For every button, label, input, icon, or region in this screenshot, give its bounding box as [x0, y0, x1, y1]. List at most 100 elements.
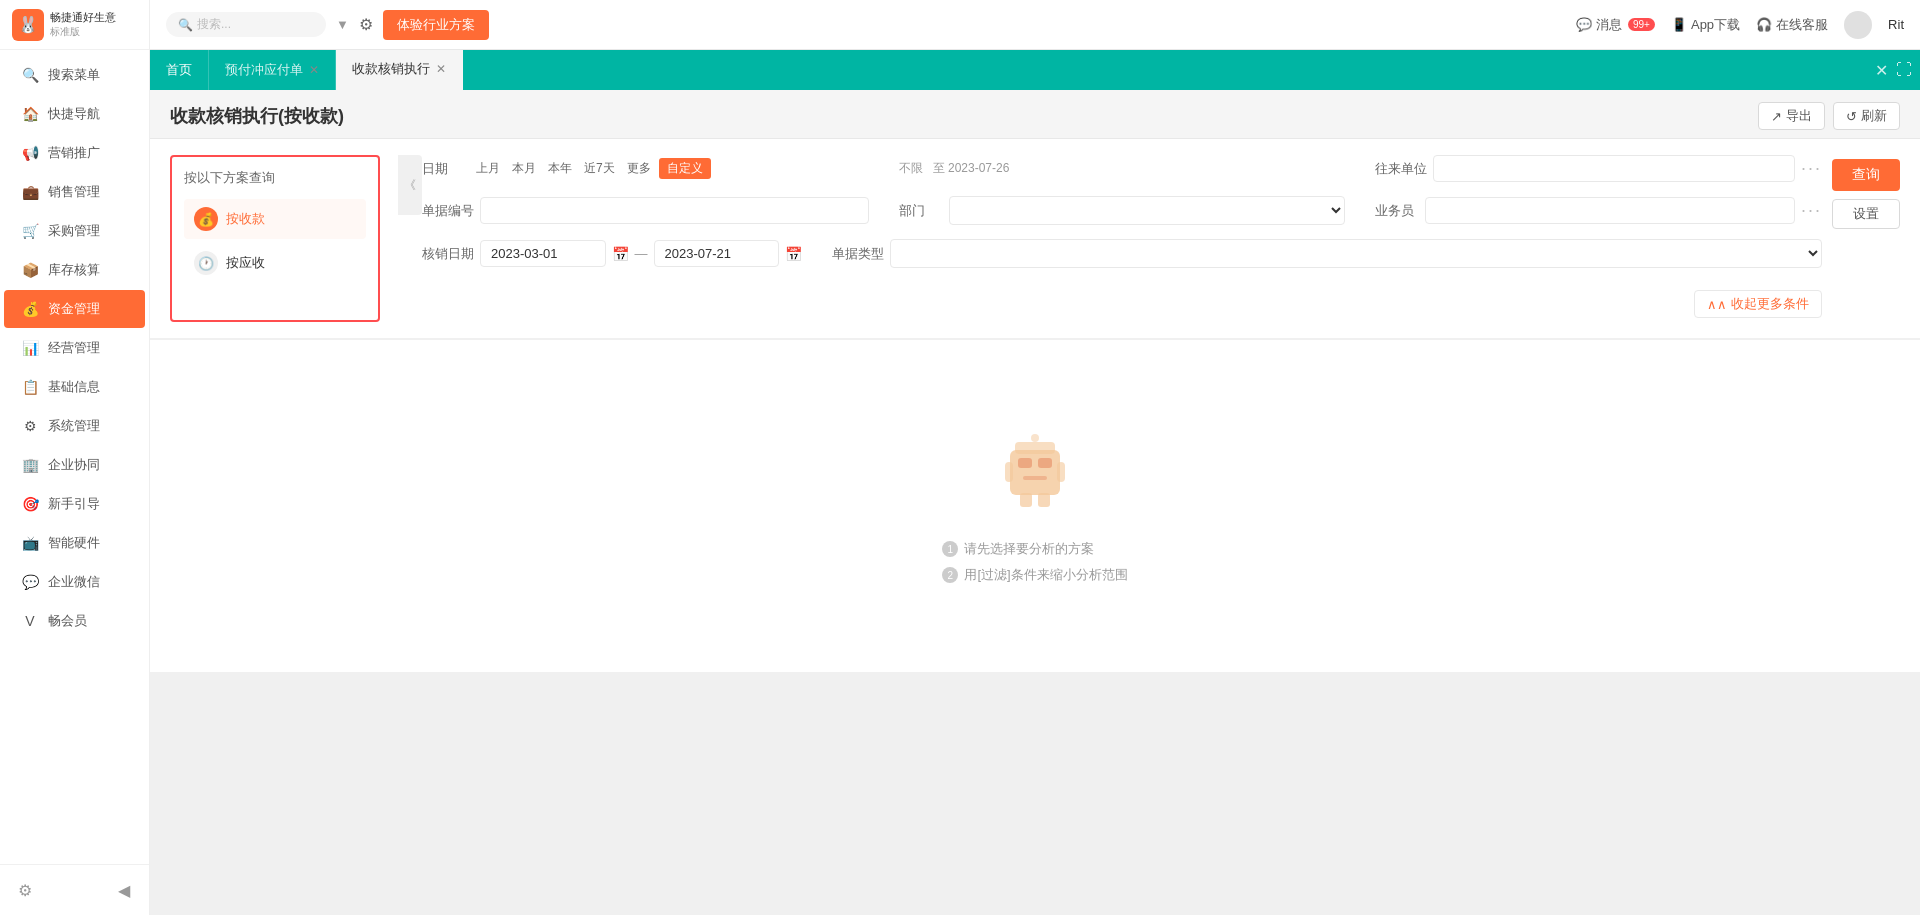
svg-rect-2: [1038, 458, 1052, 468]
filter-option-receivable[interactable]: 🕐 按应收: [184, 243, 366, 283]
quick-icon: 🏠: [20, 106, 40, 122]
filter-panel-title: 按以下方案查询: [184, 169, 366, 187]
export-icon: ↗: [1771, 109, 1782, 124]
message-label: 消息: [1596, 16, 1622, 34]
receivable-filter-icon: 🕐: [194, 251, 218, 275]
date-nolimit-label: 不限: [899, 160, 923, 177]
svg-rect-7: [1038, 493, 1050, 507]
svg-rect-0: [1010, 450, 1060, 495]
sidebar-item-system[interactable]: ⚙系统管理: [4, 407, 145, 445]
close-window-icon[interactable]: ✕: [1875, 61, 1888, 80]
sidebar-item-wechat[interactable]: 💬企业微信: [4, 563, 145, 601]
staff-label: 业务员: [1375, 202, 1419, 220]
sidebar-item-enterprise[interactable]: 🏢企业协同: [4, 446, 145, 484]
date-this-year[interactable]: 本年: [544, 158, 576, 179]
empty-illustration: [985, 420, 1085, 520]
search-placeholder-text: 搜索...: [197, 16, 231, 33]
online-service-label: 在线客服: [1776, 16, 1828, 34]
sidebar-item-quick[interactable]: 🏠快捷导航: [4, 95, 145, 133]
date-custom[interactable]: 自定义: [659, 158, 711, 179]
date-more[interactable]: 更多: [623, 158, 655, 179]
user-avatar[interactable]: [1844, 11, 1872, 39]
tab-home[interactable]: 首页: [150, 50, 209, 90]
solution-button[interactable]: 体验行业方案: [383, 10, 489, 40]
gear-icon[interactable]: ⚙: [359, 15, 373, 34]
filter-option-collection[interactable]: 💰 按收款: [184, 199, 366, 239]
tab-prepay-close-icon[interactable]: ✕: [309, 63, 319, 77]
dept-label: 部门: [899, 202, 943, 220]
settings-icon[interactable]: ⚙: [10, 875, 40, 905]
dropdown-arrow-icon[interactable]: ▼: [336, 17, 349, 32]
date-last-month[interactable]: 上月: [472, 158, 504, 179]
date-this-month[interactable]: 本月: [508, 158, 540, 179]
collection-filter-label: 按收款: [226, 210, 265, 228]
doc-type-label: 单据类型: [832, 245, 884, 263]
sidebar-item-member[interactable]: V畅会员: [4, 602, 145, 640]
collapse-filter-button[interactable]: 《: [398, 155, 422, 215]
staff-dots[interactable]: ···: [1801, 200, 1822, 221]
logo-icon: 🐰: [12, 9, 44, 41]
tab-prepay[interactable]: 预付冲应付单 ✕: [209, 50, 336, 90]
collapse-more-button[interactable]: ∧∧ 收起更多条件: [1694, 290, 1822, 318]
tabbar: 首页 预付冲应付单 ✕ 收款核销执行 ✕ ✕ ⛶: [150, 50, 1920, 90]
sidebar-nav: 🔍搜索菜单🏠快捷导航📢营销推广💼销售管理🛒采购管理📦库存核算💰资金管理📊经营管理…: [0, 50, 149, 864]
inventory-icon: 📦: [20, 262, 40, 278]
sidebar-item-marketing[interactable]: 📢营销推广: [4, 134, 145, 172]
verify-start-input[interactable]: [480, 240, 606, 267]
sidebar-item-operations[interactable]: 📊经营管理: [4, 329, 145, 367]
svg-rect-6: [1020, 493, 1032, 507]
message-action[interactable]: 💬 消息 99+: [1576, 16, 1655, 34]
doc-no-input[interactable]: [480, 197, 869, 224]
export-button[interactable]: ↗ 导出: [1758, 102, 1825, 130]
collapse-more-row: ∧∧ 收起更多条件: [422, 282, 1822, 322]
topbar-search[interactable]: 🔍 搜索...: [166, 12, 326, 37]
setting-button[interactable]: 设置: [1832, 199, 1900, 229]
sidebar-item-basic[interactable]: 📋基础信息: [4, 368, 145, 406]
app-download-action[interactable]: 📱 App下载: [1671, 16, 1740, 34]
online-service-action[interactable]: 🎧 在线客服: [1756, 16, 1828, 34]
date-to-label: 至 2023-07-26: [933, 160, 1010, 177]
dept-select[interactable]: [949, 196, 1346, 225]
filter-section: 按以下方案查询 💰 按收款 🕐 按应收 《 日期: [150, 139, 1920, 338]
query-button[interactable]: 查询: [1832, 159, 1900, 191]
cal-end-icon[interactable]: 📅: [785, 246, 802, 262]
tab-collection-close-icon[interactable]: ✕: [436, 62, 446, 76]
verify-end-input[interactable]: [654, 240, 780, 267]
tip-num-2: 2: [942, 567, 958, 583]
marketing-icon: 📢: [20, 145, 40, 161]
sidebar-item-guide[interactable]: 🎯新手引导: [4, 485, 145, 523]
collection-filter-icon: 💰: [194, 207, 218, 231]
topbar-actions: 💬 消息 99+ 📱 App下载 🎧 在线客服 Rit: [1576, 11, 1904, 39]
sidebar-item-sales[interactable]: 💼销售管理: [4, 173, 145, 211]
sidebar-item-finance[interactable]: 💰资金管理: [4, 290, 145, 328]
partner-dots[interactable]: ···: [1801, 158, 1822, 179]
cal-start-icon[interactable]: 📅: [612, 246, 629, 262]
date-label: 日期: [422, 160, 466, 178]
sidebar-bottom: ⚙ ◀: [0, 864, 149, 915]
date-7days[interactable]: 近7天: [580, 158, 619, 179]
staff-input[interactable]: [1425, 197, 1795, 224]
collapse-label: 收起更多条件: [1731, 295, 1809, 313]
collapse-sidebar-icon[interactable]: ◀: [109, 875, 139, 905]
user-name[interactable]: Rit: [1888, 17, 1904, 32]
tab-collection[interactable]: 收款核销执行 ✕: [336, 50, 463, 90]
sidebar-item-purchase[interactable]: 🛒采购管理: [4, 212, 145, 250]
sidebar-item-hardware[interactable]: 📺智能硬件: [4, 524, 145, 562]
refresh-button[interactable]: ↺ 刷新: [1833, 102, 1900, 130]
doc-type-select[interactable]: [890, 239, 1822, 268]
svg-rect-4: [1005, 462, 1013, 482]
partner-label: 往来单位: [1375, 160, 1427, 178]
collapse-up-icon: ∧∧: [1707, 297, 1727, 312]
finance-icon: 💰: [20, 301, 40, 317]
sales-icon: 💼: [20, 184, 40, 200]
expand-icon[interactable]: ⛶: [1896, 61, 1912, 79]
sidebar-item-search[interactable]: 🔍搜索菜单: [4, 56, 145, 94]
empty-tip-1: 1 请先选择要分析的方案: [942, 540, 1127, 558]
app-logo: 🐰 畅捷通好生意 标准版: [0, 0, 149, 50]
page-title: 收款核销执行(按收款): [170, 104, 344, 128]
partner-input[interactable]: [1433, 155, 1795, 182]
sidebar-item-inventory[interactable]: 📦库存核算: [4, 251, 145, 289]
hardware-icon: 📺: [20, 535, 40, 551]
svg-rect-1: [1018, 458, 1032, 468]
form-row-1: 日期 上月 本月 本年 近7天 更多 自定义 不限 至 2023-07-26: [422, 155, 1822, 182]
